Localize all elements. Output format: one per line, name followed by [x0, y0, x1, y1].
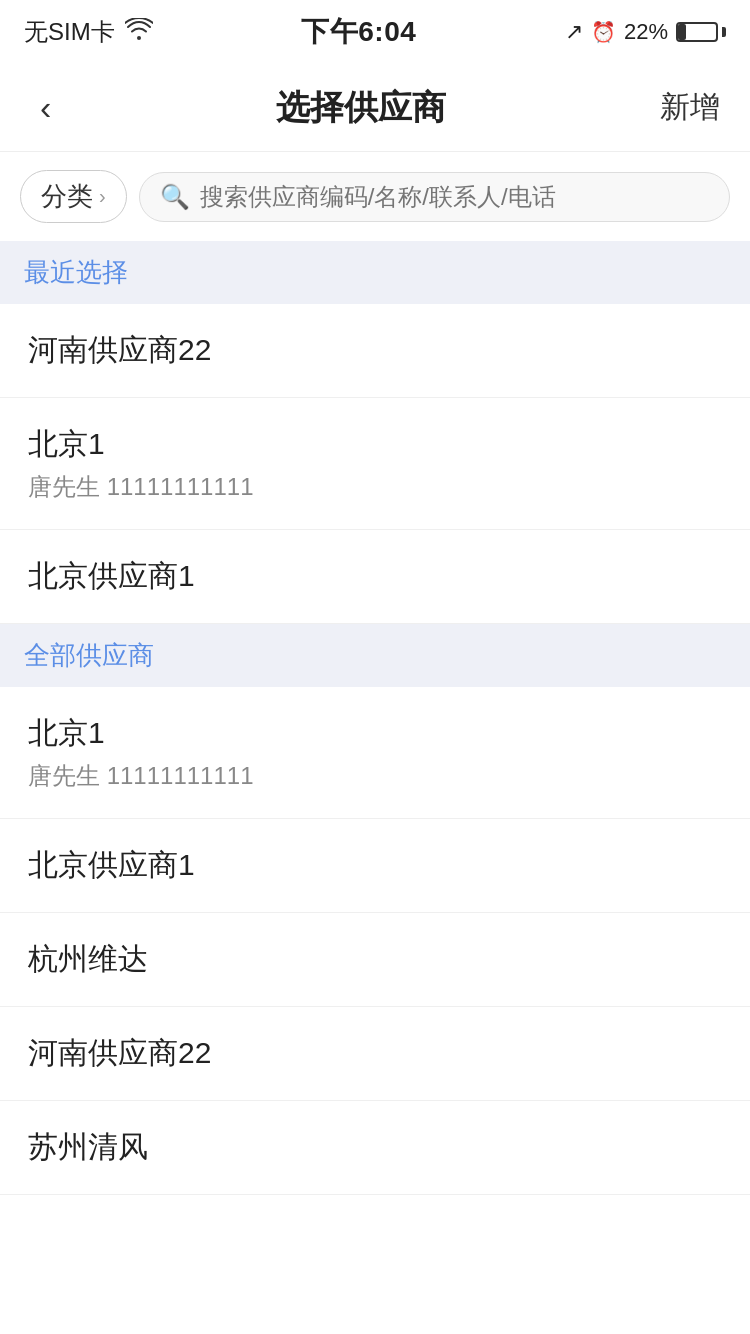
- location-icon: ↗: [565, 19, 583, 45]
- wifi-icon: [125, 18, 153, 46]
- status-bar: 无SIM卡 下午6:04 ↗ ⏰ 22%: [0, 0, 750, 64]
- item-name: 杭州维达: [28, 939, 722, 980]
- category-label: 分类: [41, 179, 93, 214]
- chevron-right-icon: ›: [99, 185, 106, 208]
- all-section-label: 全部供应商: [24, 640, 154, 670]
- item-sub: 唐先生 11111111111: [28, 760, 722, 792]
- all-items-list: 北京1 唐先生 11111111111 北京供应商1 杭州维达 河南供应商22 …: [0, 687, 750, 1195]
- list-item[interactable]: 北京供应商1: [0, 819, 750, 913]
- list-item[interactable]: 北京1 唐先生 11111111111: [0, 398, 750, 530]
- recent-section-label: 最近选择: [24, 257, 128, 287]
- search-icon: 🔍: [160, 183, 190, 211]
- list-item[interactable]: 河南供应商22: [0, 1007, 750, 1101]
- list-item[interactable]: 杭州维达: [0, 913, 750, 1007]
- carrier-text: 无SIM卡: [24, 16, 115, 48]
- item-name: 北京1: [28, 424, 722, 465]
- battery-icon: [676, 22, 726, 42]
- status-time: 下午6:04: [301, 13, 416, 51]
- recent-section-header: 最近选择: [0, 241, 750, 304]
- recent-items-list: 河南供应商22 北京1 唐先生 11111111111 北京供应商1: [0, 304, 750, 624]
- item-name: 苏州清风: [28, 1127, 722, 1168]
- all-section-header: 全部供应商: [0, 624, 750, 687]
- alarm-icon: ⏰: [591, 20, 616, 44]
- nav-bar: ‹ 选择供应商 新增: [0, 64, 750, 152]
- category-button[interactable]: 分类 ›: [20, 170, 127, 223]
- search-box[interactable]: 🔍: [139, 172, 730, 222]
- status-left: 无SIM卡: [24, 16, 153, 48]
- item-name: 北京供应商1: [28, 845, 722, 886]
- add-button[interactable]: 新增: [660, 87, 720, 128]
- list-item[interactable]: 北京供应商1: [0, 530, 750, 624]
- back-button[interactable]: ‹: [30, 78, 61, 137]
- list-item[interactable]: 北京1 唐先生 11111111111: [0, 687, 750, 819]
- item-name: 河南供应商22: [28, 330, 722, 371]
- list-item[interactable]: 河南供应商22: [0, 304, 750, 398]
- item-name: 北京供应商1: [28, 556, 722, 597]
- item-sub: 唐先生 11111111111: [28, 471, 722, 503]
- battery-text: 22%: [624, 19, 668, 45]
- status-right: ↗ ⏰ 22%: [565, 19, 726, 45]
- item-name: 北京1: [28, 713, 722, 754]
- item-name: 河南供应商22: [28, 1033, 722, 1074]
- page-title: 选择供应商: [276, 85, 446, 131]
- filter-bar: 分类 › 🔍: [0, 152, 750, 241]
- list-item[interactable]: 苏州清风: [0, 1101, 750, 1195]
- search-input[interactable]: [200, 183, 709, 211]
